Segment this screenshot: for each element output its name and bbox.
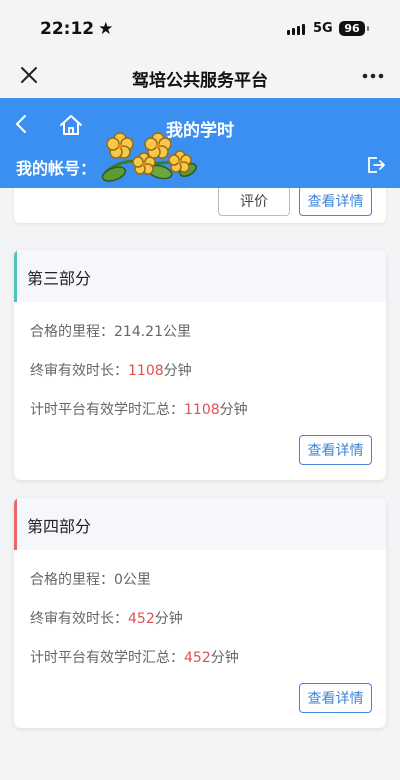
section-card-4: 第四部分 合格的里程：0公里 终审有效时长：452分钟 计时平台有效学时汇总：4… [14,498,386,728]
platform-total-value: 452 [184,650,211,666]
status-bar: 22:12 ★ 5G 96 [0,0,400,58]
account-label: 我的帐号： [16,159,97,178]
logout-icon[interactable] [366,155,386,175]
section-title: 第三部分 [27,269,92,288]
platform-total-row: 计时平台有效学时汇总：452分钟 [30,650,239,666]
network-type: 5G [313,21,333,36]
view-details-button[interactable]: 查看详情 [299,683,372,713]
platform-total-row: 计时平台有效学时汇总：1108分钟 [30,402,248,418]
section-header: 第三部分 [14,250,386,302]
rate-button[interactable]: 评价 [218,188,290,216]
status-time: 22:12 ★ [40,19,114,39]
final-duration-row: 终审有效时长：452分钟 [30,611,183,627]
view-details-button[interactable]: 查看详情 [299,188,372,216]
battery-tip [367,26,369,31]
mileage-row: 合格的里程：0公里 [30,572,151,588]
section-accent-bar [14,250,17,302]
signal-icon [287,24,305,35]
star-icon: ★ [98,19,114,39]
platform-total-value: 1108 [184,402,220,418]
view-details-button[interactable]: 查看详情 [299,435,372,465]
final-duration-value: 452 [128,611,155,627]
section-card-3: 第三部分 合格的里程：214.21公里 终审有效时长：1108分钟 计时平台有效… [14,250,386,480]
more-icon[interactable] [360,66,386,86]
previous-section-card: 评价 查看详情 [14,188,386,223]
battery-indicator: 96 [339,21,365,36]
final-duration-value: 1108 [128,363,164,379]
mileage-value: 0公里 [114,572,151,588]
final-duration-row: 终审有效时长：1108分钟 [30,363,192,379]
content-area[interactable]: 评价 查看详情 第三部分 合格的里程：214.21公里 终审有效时长：1108分… [0,188,400,780]
mileage-row: 合格的里程：214.21公里 [30,324,191,340]
section-accent-bar [14,498,17,550]
section-title: 第四部分 [27,517,92,536]
page-title: 我的学时 [166,121,234,141]
mileage-value: 214.21公里 [114,324,191,340]
section-header: 第四部分 [14,498,386,550]
flower-sticker [101,132,197,182]
wechat-header: 驾培公共服务平台 [0,58,400,98]
app-header: 我的学时 我的帐号： [0,98,400,188]
wechat-title: 驾培公共服务平台 [132,71,268,91]
